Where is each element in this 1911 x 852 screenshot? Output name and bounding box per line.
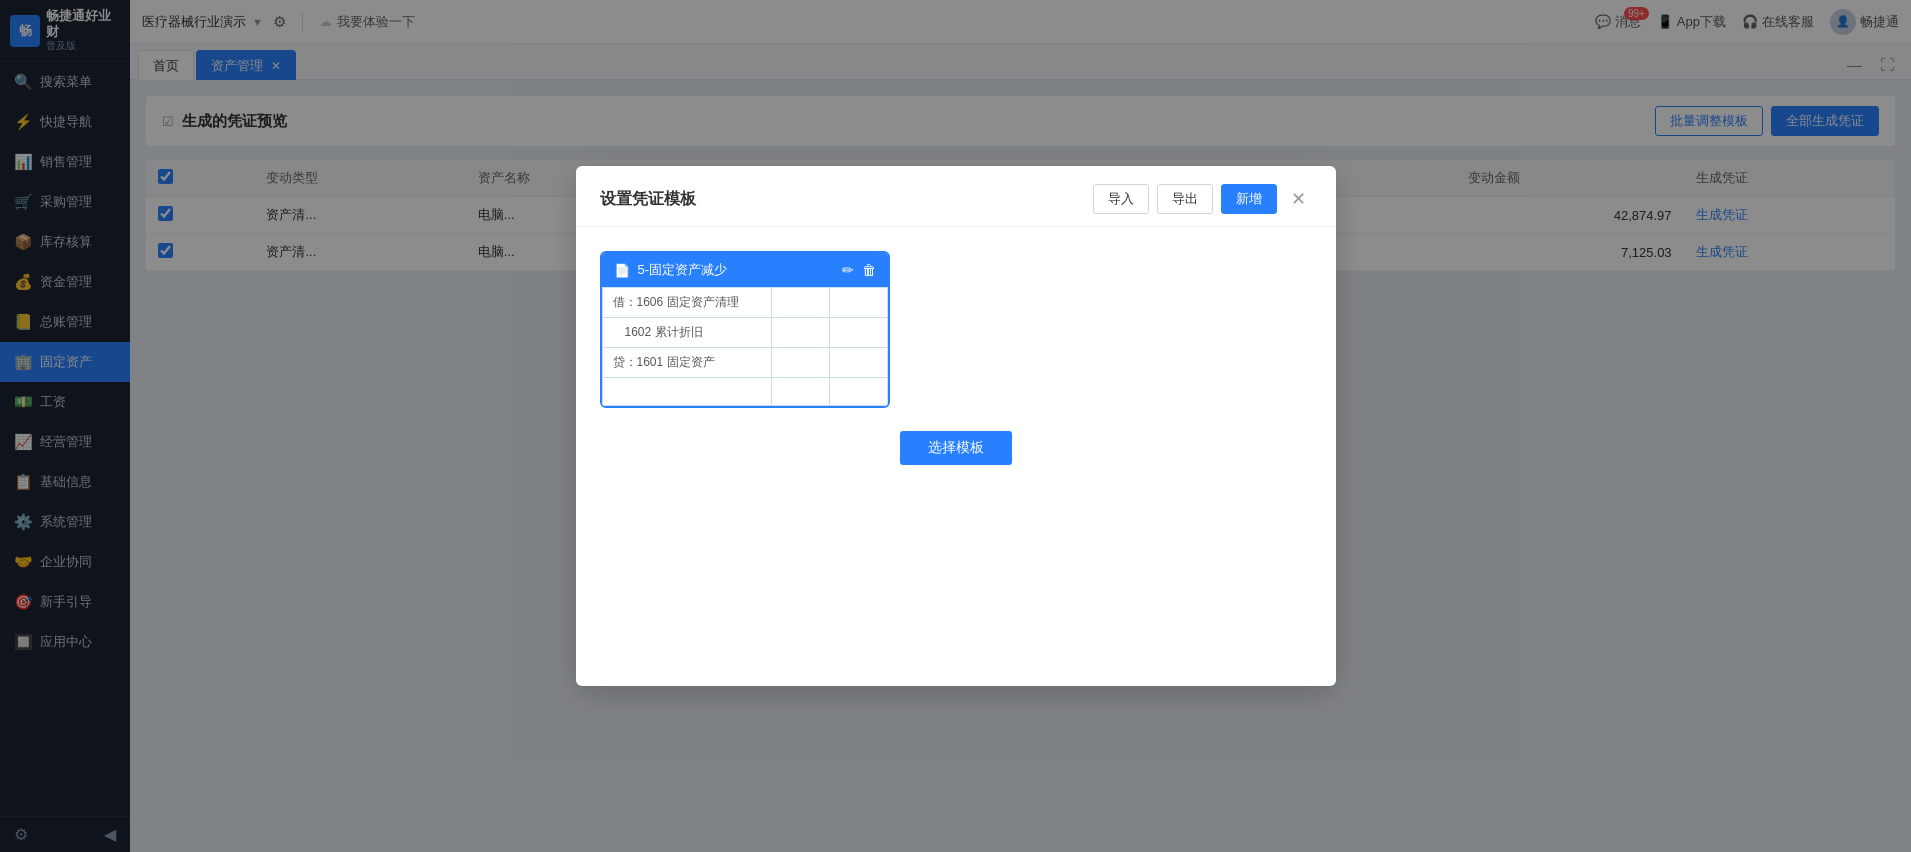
- main-area: 医疗器械行业演示 ▼ ⚙ ☁ 我要体验一下 💬 消息 99+ 📱 App下载 🎧…: [130, 0, 1911, 852]
- modal-close-btn[interactable]: ✕: [1285, 186, 1312, 212]
- template-doc-icon: 📄: [614, 263, 630, 278]
- template-credit-label-1: 贷：1601 固定资产: [602, 348, 772, 378]
- template-col-1b: [829, 288, 887, 318]
- template-empty-row: [602, 378, 887, 406]
- template-card-header: 📄 5-固定资产减少 ✏ 🗑: [602, 253, 888, 287]
- template-empty-cell: [602, 378, 772, 406]
- modal-body: 📄 5-固定资产减少 ✏ 🗑: [576, 227, 1336, 686]
- template-edit-icon[interactable]: ✏: [842, 262, 854, 278]
- modal-set-template: 设置凭证模板 导入 导出 新增 ✕ 📄 5-固定资产减少: [576, 166, 1336, 686]
- select-template-wrap: 选择模板: [600, 431, 1312, 465]
- content-area: ☑ 生成的凭证预览 批量调整模板 全部生成凭证 变动类型 资产名称 固定资产原值: [130, 80, 1911, 852]
- template-debit-label-1: 借：1606 固定资产清理: [602, 288, 772, 318]
- modal-header: 设置凭证模板 导入 导出 新增 ✕: [576, 166, 1336, 227]
- template-card-actions: ✏ 🗑: [842, 262, 876, 278]
- template-debit-label-2: 1602 累计折旧: [602, 318, 772, 348]
- template-credit-row-1: 贷：1601 固定资产: [602, 348, 887, 378]
- new-btn[interactable]: 新增: [1221, 184, 1277, 214]
- modal-header-actions: 导入 导出 新增 ✕: [1093, 184, 1312, 214]
- modal-title: 设置凭证模板: [600, 189, 696, 210]
- template-name: 5-固定资产减少: [638, 261, 728, 279]
- template-entries-table: 借：1606 固定资产清理 1602 累计折旧: [602, 287, 888, 406]
- import-btn[interactable]: 导入: [1093, 184, 1149, 214]
- modal-overlay: 设置凭证模板 导入 导出 新增 ✕ 📄 5-固定资产减少: [130, 80, 1911, 852]
- template-col-2b: [829, 318, 887, 348]
- select-template-btn[interactable]: 选择模板: [900, 431, 1012, 465]
- template-col-3a: [772, 348, 830, 378]
- template-debit-row-2: 1602 累计折旧: [602, 318, 887, 348]
- template-card-header-left: 📄 5-固定资产减少: [614, 261, 728, 279]
- template-body: 借：1606 固定资产清理 1602 累计折旧: [602, 287, 888, 406]
- template-debit-row-1: 借：1606 固定资产清理: [602, 288, 887, 318]
- template-col-3b: [829, 348, 887, 378]
- template-card: 📄 5-固定资产减少 ✏ 🗑: [600, 251, 890, 408]
- template-col-1a: [772, 288, 830, 318]
- template-delete-icon[interactable]: 🗑: [862, 262, 876, 278]
- export-btn[interactable]: 导出: [1157, 184, 1213, 214]
- template-col-2a: [772, 318, 830, 348]
